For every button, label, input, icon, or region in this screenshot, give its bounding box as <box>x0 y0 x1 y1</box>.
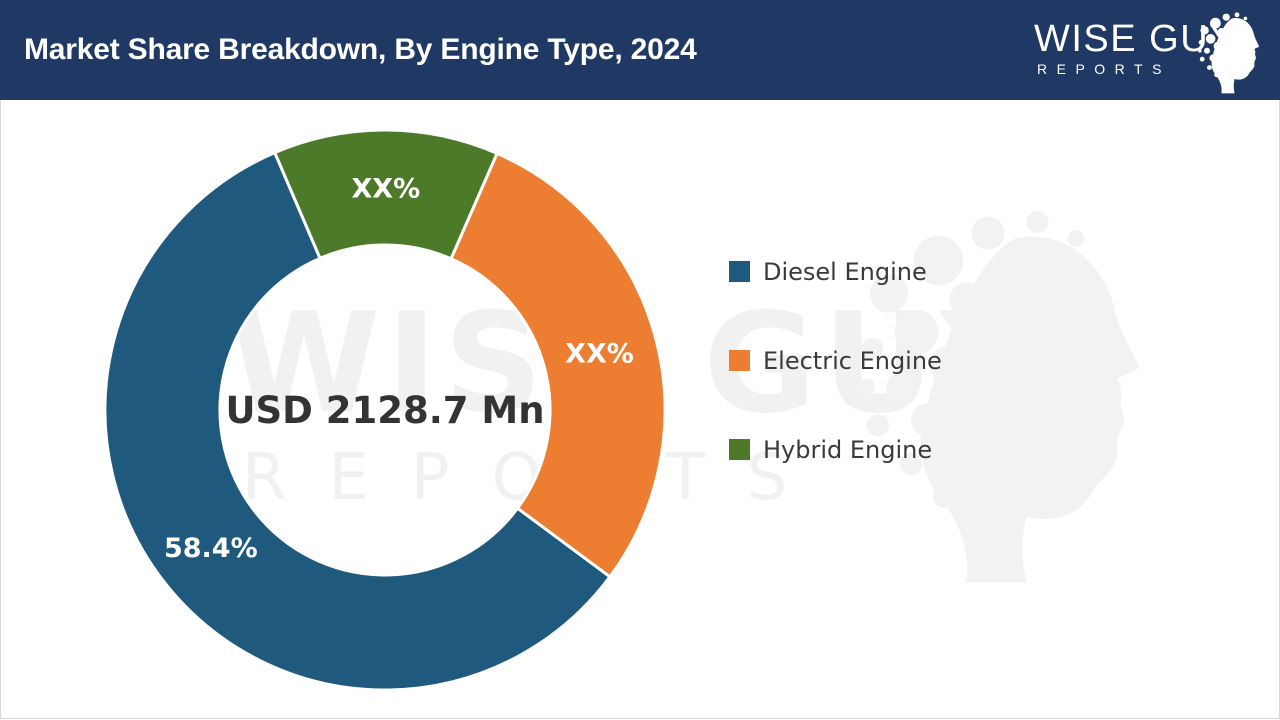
wise-guy-reports-logo: WISE GUY REPORTS <box>1034 8 1266 94</box>
logo-head-icon <box>1198 12 1260 94</box>
page-title: Market Share Breakdown, By Engine Type, … <box>24 33 697 66</box>
legend-item-diesel-engine: Diesel Engine <box>729 257 942 286</box>
chart-legend: Diesel Engine Electric Engine Hybrid Eng… <box>729 257 942 524</box>
legend-label-electric: Electric Engine <box>763 346 942 375</box>
legend-label-hybrid: Hybrid Engine <box>763 435 933 464</box>
donut-chart: USD 2128.7 Mn XX% XX% 58.4% <box>103 128 667 692</box>
legend-item-electric-engine: Electric Engine <box>729 346 942 375</box>
legend-swatch-electric <box>729 350 750 371</box>
report-header: Market Share Breakdown, By Engine Type, … <box>0 0 1280 100</box>
slice-label-electric-engine: XX% <box>565 338 634 369</box>
legend-label-diesel: Diesel Engine <box>763 257 927 286</box>
legend-swatch-diesel <box>729 261 750 282</box>
chart-center-value: USD 2128.7 Mn <box>225 389 544 432</box>
legend-item-hybrid-engine: Hybrid Engine <box>729 435 942 464</box>
slice-label-hybrid-engine: XX% <box>351 174 420 205</box>
slice-label-diesel-engine: 58.4% <box>164 533 258 564</box>
legend-swatch-hybrid <box>729 439 750 460</box>
